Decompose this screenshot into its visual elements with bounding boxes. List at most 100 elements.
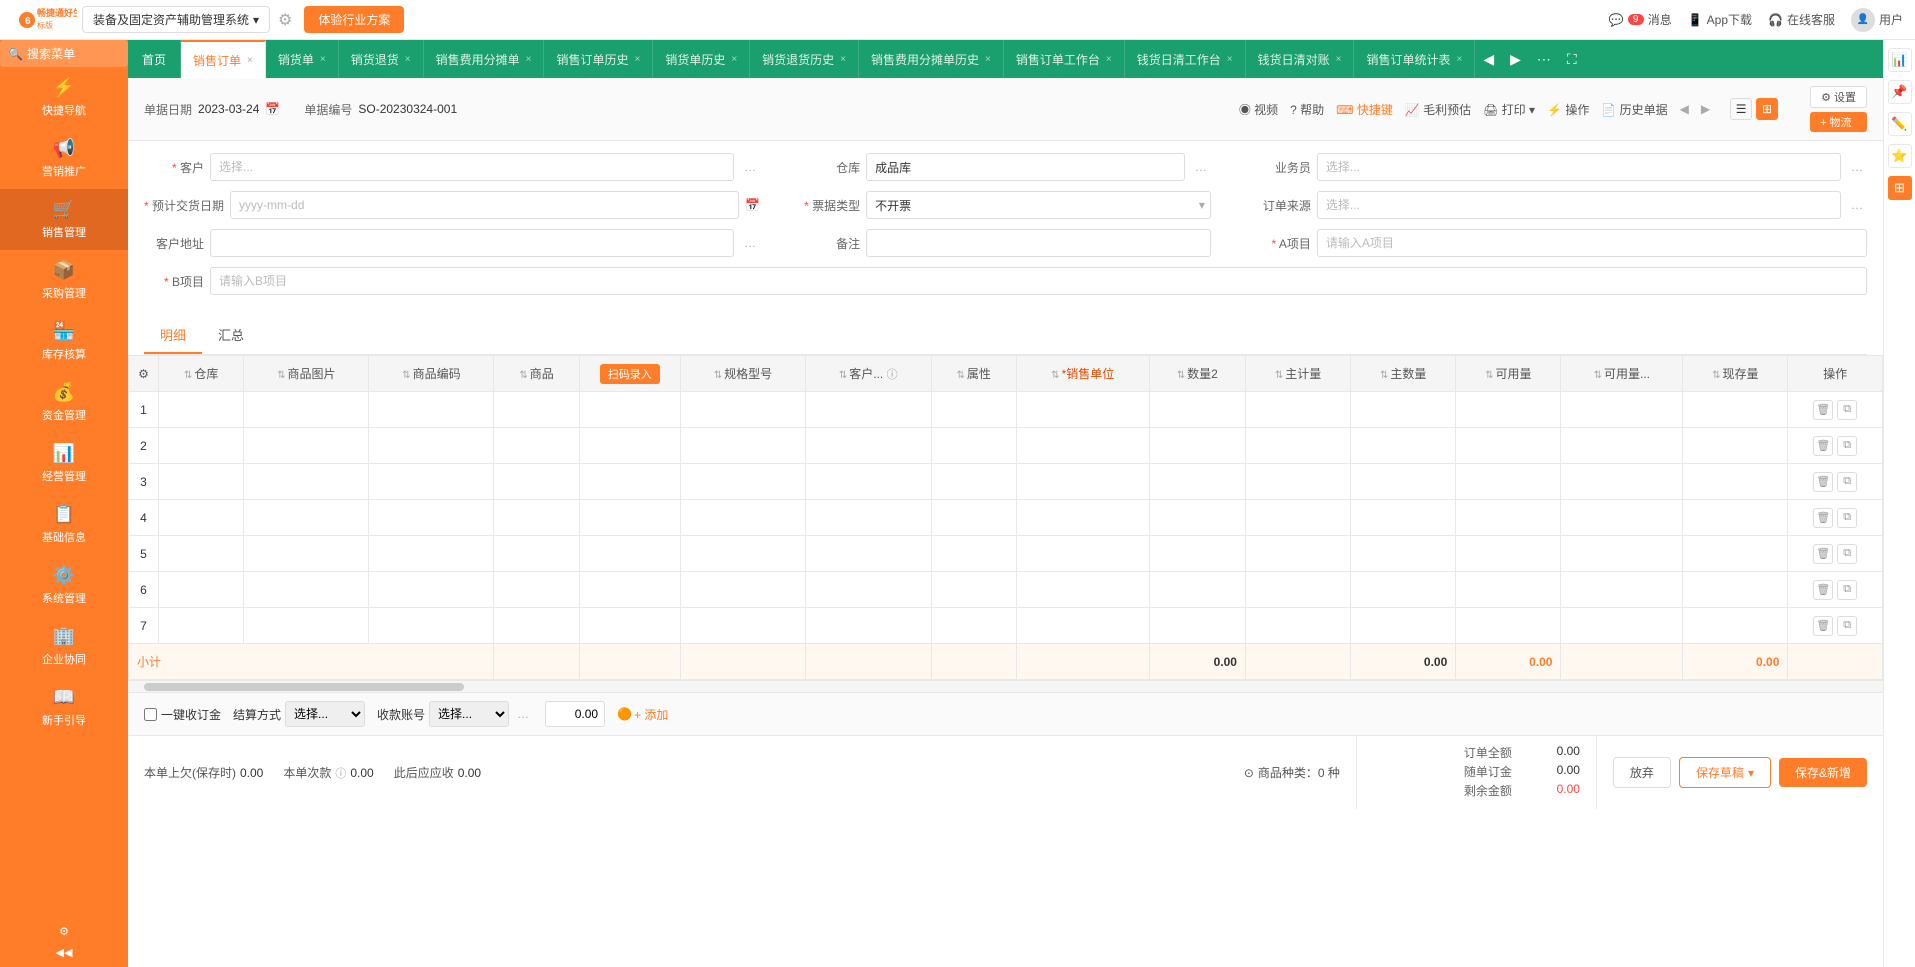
row-3-delete-button[interactable]: 🗑 xyxy=(1813,472,1833,492)
warehouse-input[interactable] xyxy=(866,153,1185,181)
note-input[interactable] xyxy=(866,229,1211,257)
row-7-warehouse[interactable] xyxy=(159,608,244,644)
row-4-customer-order[interactable] xyxy=(805,500,931,536)
row-6-copy-button[interactable]: ⧉ xyxy=(1837,580,1857,600)
row-6-delete-button[interactable]: 🗑 xyxy=(1813,580,1833,600)
delivery-date-input[interactable] xyxy=(230,191,739,219)
row-3-warehouse[interactable] xyxy=(159,464,244,500)
row-6-qty2[interactable] xyxy=(1149,572,1245,608)
table-settings-icon[interactable]: ⚙ xyxy=(138,367,149,381)
row-2-spec[interactable] xyxy=(680,428,805,464)
account-more-icon[interactable]: … xyxy=(513,707,533,721)
row-2-unit[interactable] xyxy=(1016,428,1149,464)
row-3-customer-order[interactable] xyxy=(805,464,931,500)
row-6-spec[interactable] xyxy=(680,572,805,608)
save-new-button[interactable]: 保存&新增 xyxy=(1779,758,1867,787)
app-download-item[interactable]: 📱 App下载 xyxy=(1688,11,1752,28)
row-2-attr[interactable] xyxy=(931,428,1016,464)
row-1-stock[interactable] xyxy=(1683,392,1788,428)
scan-entry-button[interactable]: 扫码录入 xyxy=(600,364,660,384)
tab-close-sales-invoice[interactable]: × xyxy=(320,54,326,65)
row-7-spec[interactable] xyxy=(680,608,805,644)
row-5-available2[interactable] xyxy=(1561,536,1683,572)
row-3-unit[interactable] xyxy=(1016,464,1149,500)
tab-close-sales-return[interactable]: × xyxy=(405,54,411,65)
list-view-button[interactable]: ☰ xyxy=(1730,98,1752,120)
tab-expand-button[interactable]: ⛶ xyxy=(1559,51,1585,68)
row-2-available[interactable] xyxy=(1456,428,1561,464)
row-5-product-code[interactable] xyxy=(369,536,494,572)
account-select[interactable]: 选择... xyxy=(429,701,509,727)
row-5-stock[interactable] xyxy=(1683,536,1788,572)
sidebar-collapse-item[interactable]: ◀◀ xyxy=(8,946,120,959)
right-tool-grid[interactable]: ⊞ xyxy=(1888,176,1912,200)
tab-close-order-history[interactable]: × xyxy=(634,54,640,65)
tab-summary[interactable]: 汇总 xyxy=(202,317,260,354)
tab-more-button[interactable]: ⋯ xyxy=(1529,51,1559,68)
row-1-available2[interactable] xyxy=(1561,392,1683,428)
row-5-delete-button[interactable]: 🗑 xyxy=(1813,544,1833,564)
sidebar-item-inventory[interactable]: 🏪 库存核算 xyxy=(0,311,128,372)
row-4-stock[interactable] xyxy=(1683,500,1788,536)
tab-close-cost-split[interactable]: × xyxy=(526,54,532,65)
tab-prev-button[interactable]: ◀ xyxy=(1475,51,1502,68)
row-7-attr[interactable] xyxy=(931,608,1016,644)
row-5-product[interactable] xyxy=(494,536,579,572)
nav-next-icon[interactable]: ▶ xyxy=(1701,102,1710,116)
row-1-product-code[interactable] xyxy=(369,392,494,428)
row-6-available[interactable] xyxy=(1456,572,1561,608)
sidebar-item-system[interactable]: ⚙️ 系统管理 xyxy=(0,555,128,616)
tab-close-daily-workbench[interactable]: × xyxy=(1227,54,1233,65)
settings-gear-icon[interactable]: ⚙ xyxy=(278,10,292,30)
row-6-main-unit[interactable] xyxy=(1245,572,1350,608)
row-4-unit[interactable] xyxy=(1016,500,1149,536)
warehouse-more-icon[interactable]: … xyxy=(1191,160,1211,174)
row-3-product-img[interactable] xyxy=(244,464,369,500)
right-tool-chart[interactable]: 📊 xyxy=(1888,48,1912,72)
row-4-product-code[interactable] xyxy=(369,500,494,536)
row-7-main-qty[interactable] xyxy=(1351,608,1456,644)
row-4-product[interactable] xyxy=(494,500,579,536)
row-7-customer-order[interactable] xyxy=(805,608,931,644)
discard-button[interactable]: 放弃 xyxy=(1613,757,1671,788)
row-4-qty2[interactable] xyxy=(1149,500,1245,536)
tab-cost-split-history[interactable]: 销售费用分摊单历史 × xyxy=(859,40,1004,78)
row-7-available2[interactable] xyxy=(1561,608,1683,644)
save-draft-button[interactable]: 保存草稿 ▾ xyxy=(1679,757,1771,788)
row-6-main-qty[interactable] xyxy=(1351,572,1456,608)
row-1-attr[interactable] xyxy=(931,392,1016,428)
tab-close-cost-split-history[interactable]: × xyxy=(985,54,991,65)
tab-detail[interactable]: 明细 xyxy=(144,317,202,354)
address-input[interactable] xyxy=(210,229,734,257)
user-item[interactable]: 👤 用户 xyxy=(1851,8,1903,32)
salesperson-more-icon[interactable]: … xyxy=(1847,160,1867,174)
row-2-product[interactable] xyxy=(494,428,579,464)
one-click-checkbox-input[interactable] xyxy=(144,708,157,721)
row-1-delete-button[interactable]: 🗑 xyxy=(1813,400,1833,420)
tab-order-workbench[interactable]: 销售订单工作台 × xyxy=(1004,40,1125,78)
settings-button-right[interactable]: ⚙ 设置 xyxy=(1810,86,1867,108)
customer-more-icon[interactable]: … xyxy=(740,160,760,174)
row-2-stock[interactable] xyxy=(1683,428,1788,464)
row-6-unit[interactable] xyxy=(1016,572,1149,608)
row-1-product[interactable] xyxy=(494,392,579,428)
sidebar-item-guide[interactable]: 📖 新手引导 xyxy=(0,677,128,738)
tab-close-sales-order[interactable]: × xyxy=(247,55,253,66)
row-2-warehouse[interactable] xyxy=(159,428,244,464)
sidebar-item-finance[interactable]: 💰 资金管理 xyxy=(0,372,128,433)
row-4-warehouse[interactable] xyxy=(159,500,244,536)
save-draft-dropdown-icon[interactable]: ▾ xyxy=(1748,766,1754,780)
tab-next-button[interactable]: ▶ xyxy=(1502,51,1529,68)
tab-close-daily-reconcile[interactable]: × xyxy=(1336,54,1342,65)
row-3-available2[interactable] xyxy=(1561,464,1683,500)
row-3-available[interactable] xyxy=(1456,464,1561,500)
row-4-delete-button[interactable]: 🗑 xyxy=(1813,508,1833,528)
address-more-icon[interactable]: … xyxy=(740,236,760,250)
customer-input[interactable] xyxy=(210,153,734,181)
tab-home[interactable]: 首页 xyxy=(128,40,181,78)
row-1-main-unit[interactable] xyxy=(1245,392,1350,428)
row-2-main-qty[interactable] xyxy=(1351,428,1456,464)
sidebar-item-basic-info[interactable]: 📋 基础信息 xyxy=(0,494,128,555)
tab-close-order-workbench[interactable]: × xyxy=(1106,54,1112,65)
calendar-icon[interactable]: 📅 xyxy=(265,102,280,116)
